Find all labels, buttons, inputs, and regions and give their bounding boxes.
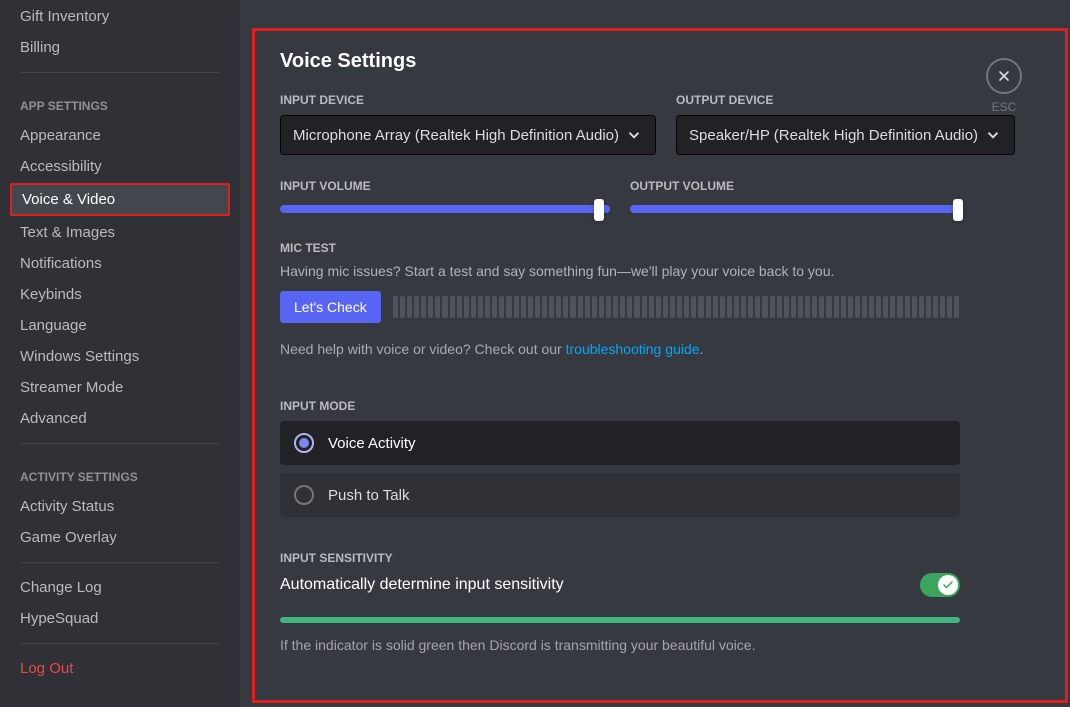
input-mode-header: INPUT MODE	[280, 399, 960, 413]
sidebar-divider	[20, 443, 220, 444]
sidebar-item-hypesquad[interactable]: HypeSquad	[10, 604, 230, 633]
chevron-down-icon	[984, 126, 1002, 144]
output-device-value: Speaker/HP (Realtek High Definition Audi…	[689, 127, 978, 144]
close-area: ESC	[986, 58, 1022, 114]
chevron-down-icon	[625, 126, 643, 144]
sidebar-item-language[interactable]: Language	[10, 311, 230, 340]
sidebar-item-notifications[interactable]: Notifications	[10, 249, 230, 278]
mic-level-meter	[393, 296, 960, 318]
settings-panel: ESC Voice Settings INPUT DEVICE Micropho…	[240, 0, 1070, 707]
output-device-select[interactable]: Speaker/HP (Realtek High Definition Audi…	[676, 115, 1015, 155]
auto-sensitivity-label: Automatically determine input sensitivit…	[280, 576, 564, 594]
sidebar-item-activity-status[interactable]: Activity Status	[10, 492, 230, 521]
sidebar-item-log-out[interactable]: Log Out	[10, 654, 230, 683]
lets-check-button[interactable]: Let's Check	[280, 291, 381, 323]
esc-label: ESC	[986, 100, 1022, 114]
sidebar-item-streamer-mode[interactable]: Streamer Mode	[10, 373, 230, 402]
sidebar-category-activity-settings: ACTIVITY SETTINGS	[10, 454, 230, 490]
output-volume-header: OUTPUT VOLUME	[630, 179, 960, 193]
help-text: Need help with voice or video? Check out…	[280, 341, 960, 357]
close-icon	[996, 68, 1012, 84]
radio-label: Push to Talk	[328, 487, 409, 504]
toggle-knob	[938, 575, 958, 595]
close-button[interactable]	[986, 58, 1022, 94]
mic-test-description: Having mic issues? Start a test and say …	[280, 263, 960, 279]
input-device-value: Microphone Array (Realtek High Definitio…	[293, 127, 619, 144]
mic-test-header: MIC TEST	[280, 241, 960, 255]
check-icon	[942, 579, 954, 591]
radio-icon	[294, 433, 314, 453]
sidebar-item-text-images[interactable]: Text & Images	[10, 218, 230, 247]
input-mode-voice-activity[interactable]: Voice Activity	[280, 421, 960, 465]
page-title: Voice Settings	[280, 50, 960, 73]
sidebar-item-windows-settings[interactable]: Windows Settings	[10, 342, 230, 371]
input-volume-slider[interactable]	[280, 205, 610, 213]
sensitivity-indicator	[280, 617, 960, 623]
sidebar-divider	[20, 562, 220, 563]
input-device-header: INPUT DEVICE	[280, 93, 656, 107]
help-prefix: Need help with voice or video? Check out…	[280, 341, 566, 357]
sidebar-item-game-overlay[interactable]: Game Overlay	[10, 523, 230, 552]
sidebar-divider	[20, 643, 220, 644]
sidebar-item-gift-inventory[interactable]: Gift Inventory	[10, 2, 230, 31]
troubleshooting-link[interactable]: troubleshooting guide	[566, 341, 700, 357]
input-device-select[interactable]: Microphone Array (Realtek High Definitio…	[280, 115, 656, 155]
sidebar-category-app-settings: APP SETTINGS	[10, 83, 230, 119]
input-mode-push-to-talk[interactable]: Push to Talk	[280, 473, 960, 517]
input-sensitivity-header: INPUT SENSITIVITY	[280, 551, 960, 565]
sidebar-item-keybinds[interactable]: Keybinds	[10, 280, 230, 309]
help-suffix: .	[700, 341, 704, 357]
sidebar-item-appearance[interactable]: Appearance	[10, 121, 230, 150]
sidebar-item-billing[interactable]: Billing	[10, 33, 230, 62]
sidebar-divider	[20, 72, 220, 73]
slider-thumb[interactable]	[594, 199, 604, 221]
auto-sensitivity-toggle[interactable]	[920, 573, 960, 597]
input-volume-header: INPUT VOLUME	[280, 179, 610, 193]
sidebar-item-voice-video[interactable]: Voice & Video	[10, 183, 230, 216]
sidebar-item-advanced[interactable]: Advanced	[10, 404, 230, 433]
settings-sidebar: Gift Inventory Billing APP SETTINGS Appe…	[0, 0, 240, 707]
output-device-header: OUTPUT DEVICE	[676, 93, 1015, 107]
sensitivity-description: If the indicator is solid green then Dis…	[280, 637, 960, 653]
output-volume-slider[interactable]	[630, 205, 960, 213]
slider-thumb[interactable]	[953, 199, 963, 221]
sidebar-item-accessibility[interactable]: Accessibility	[10, 152, 230, 181]
radio-label: Voice Activity	[328, 435, 416, 452]
sidebar-item-change-log[interactable]: Change Log	[10, 573, 230, 602]
radio-icon	[294, 485, 314, 505]
